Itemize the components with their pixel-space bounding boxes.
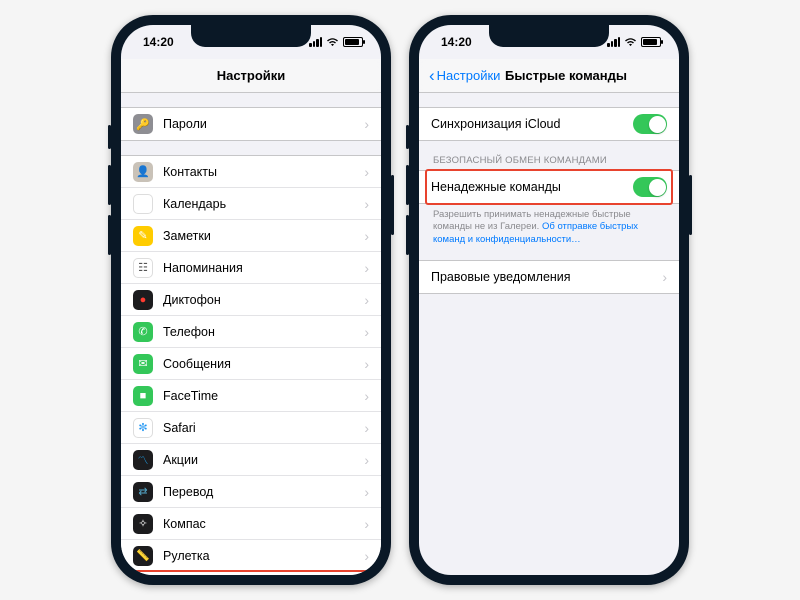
messages-icon: ✉: [133, 354, 153, 374]
nav-bar: ‹ Настройки Быстрые команды: [419, 59, 679, 93]
status-indicators: [607, 37, 661, 47]
nav-bar: Настройки: [121, 59, 381, 93]
toggle-icloud[interactable]: [633, 114, 667, 134]
chevron-icon: ›: [364, 196, 369, 212]
row-messages[interactable]: ✉Сообщения›: [121, 348, 381, 380]
facetime-icon: ■: [133, 386, 153, 406]
battery-icon: [343, 37, 363, 47]
back-button[interactable]: ‹ Настройки: [429, 67, 500, 84]
settings-list[interactable]: 🔑Пароли› 👤Контакты› 15Календарь› ✎Заметк…: [121, 93, 381, 575]
phone-right: 14:20 ‹ Настройки Быстрые команды Синхро…: [409, 15, 689, 585]
chevron-icon: ›: [364, 324, 369, 340]
row-passwords[interactable]: 🔑Пароли›: [121, 108, 381, 140]
row-voice[interactable]: ●Диктофон›: [121, 284, 381, 316]
row-notes[interactable]: ✎Заметки›: [121, 220, 381, 252]
signal-icon: [309, 37, 322, 47]
compass-icon: ✧: [133, 514, 153, 534]
row-contacts[interactable]: 👤Контакты›: [121, 156, 381, 188]
screen-right: 14:20 ‹ Настройки Быстрые команды Синхро…: [419, 25, 679, 575]
notes-icon: ✎: [133, 226, 153, 246]
row-compass[interactable]: ✧Компас›: [121, 508, 381, 540]
chevron-icon: ›: [364, 484, 369, 500]
phone-icon: ✆: [133, 322, 153, 342]
notch: [489, 25, 609, 47]
chevron-icon: ›: [364, 116, 369, 132]
stocks-icon: 〽: [133, 450, 153, 470]
status-time: 14:20: [441, 35, 472, 49]
page-title: Настройки: [121, 68, 381, 83]
wifi-icon: [326, 37, 339, 47]
row-legal[interactable]: Правовые уведомления ›: [419, 261, 679, 293]
chevron-icon: ›: [364, 292, 369, 308]
signal-icon: [607, 37, 620, 47]
shortcuts-settings[interactable]: Синхронизация iCloud БЕЗОПАСНЫЙ ОБМЕН КО…: [419, 93, 679, 575]
back-label: Настройки: [437, 68, 501, 83]
contacts-icon: 👤: [133, 162, 153, 182]
section-footer: Разрешить принимать ненадежные быстрые к…: [419, 204, 679, 246]
chevron-left-icon: ‹: [429, 67, 435, 84]
chevron-icon: ›: [364, 452, 369, 468]
chevron-icon: ›: [364, 228, 369, 244]
chevron-icon: ›: [364, 356, 369, 372]
notch: [191, 25, 311, 47]
calendar-icon: 15: [133, 194, 153, 214]
status-time: 14:20: [143, 35, 174, 49]
battery-icon: [641, 37, 661, 47]
row-icloud-sync[interactable]: Синхронизация iCloud: [419, 108, 679, 140]
chevron-icon: ›: [364, 260, 369, 276]
screen-left: 14:20 Настройки 🔑Пароли› 👤Контакты› 15Ка…: [121, 25, 381, 575]
wifi-icon: [624, 37, 637, 47]
row-phone[interactable]: ✆Телефон›: [121, 316, 381, 348]
row-shortcuts[interactable]: ◆Быстрые команды›: [121, 572, 381, 575]
chevron-icon: ›: [364, 420, 369, 436]
status-indicators: [309, 37, 363, 47]
reminders-icon: ☷: [133, 258, 153, 278]
key-icon: 🔑: [133, 114, 153, 134]
translate-icon: ⇄: [133, 482, 153, 502]
section-header: БЕЗОПАСНЫЙ ОБМЕН КОМАНДАМИ: [419, 155, 679, 170]
chevron-icon: ›: [364, 548, 369, 564]
chevron-icon: ›: [662, 269, 667, 285]
row-translate[interactable]: ⇄Перевод›: [121, 476, 381, 508]
chevron-icon: ›: [364, 164, 369, 180]
row-facetime[interactable]: ■FaceTime›: [121, 380, 381, 412]
voice-icon: ●: [133, 290, 153, 310]
row-safari[interactable]: ✼Safari›: [121, 412, 381, 444]
chevron-icon: ›: [364, 516, 369, 532]
row-untrusted[interactable]: Ненадежные команды: [419, 171, 679, 203]
safari-icon: ✼: [133, 418, 153, 438]
row-reminders[interactable]: ☷Напоминания›: [121, 252, 381, 284]
phone-left: 14:20 Настройки 🔑Пароли› 👤Контакты› 15Ка…: [111, 15, 391, 585]
toggle-untrusted[interactable]: [633, 177, 667, 197]
measure-icon: 📏: [133, 546, 153, 566]
row-measure[interactable]: 📏Рулетка›: [121, 540, 381, 572]
row-calendar[interactable]: 15Календарь›: [121, 188, 381, 220]
chevron-icon: ›: [364, 388, 369, 404]
row-stocks[interactable]: 〽Акции›: [121, 444, 381, 476]
